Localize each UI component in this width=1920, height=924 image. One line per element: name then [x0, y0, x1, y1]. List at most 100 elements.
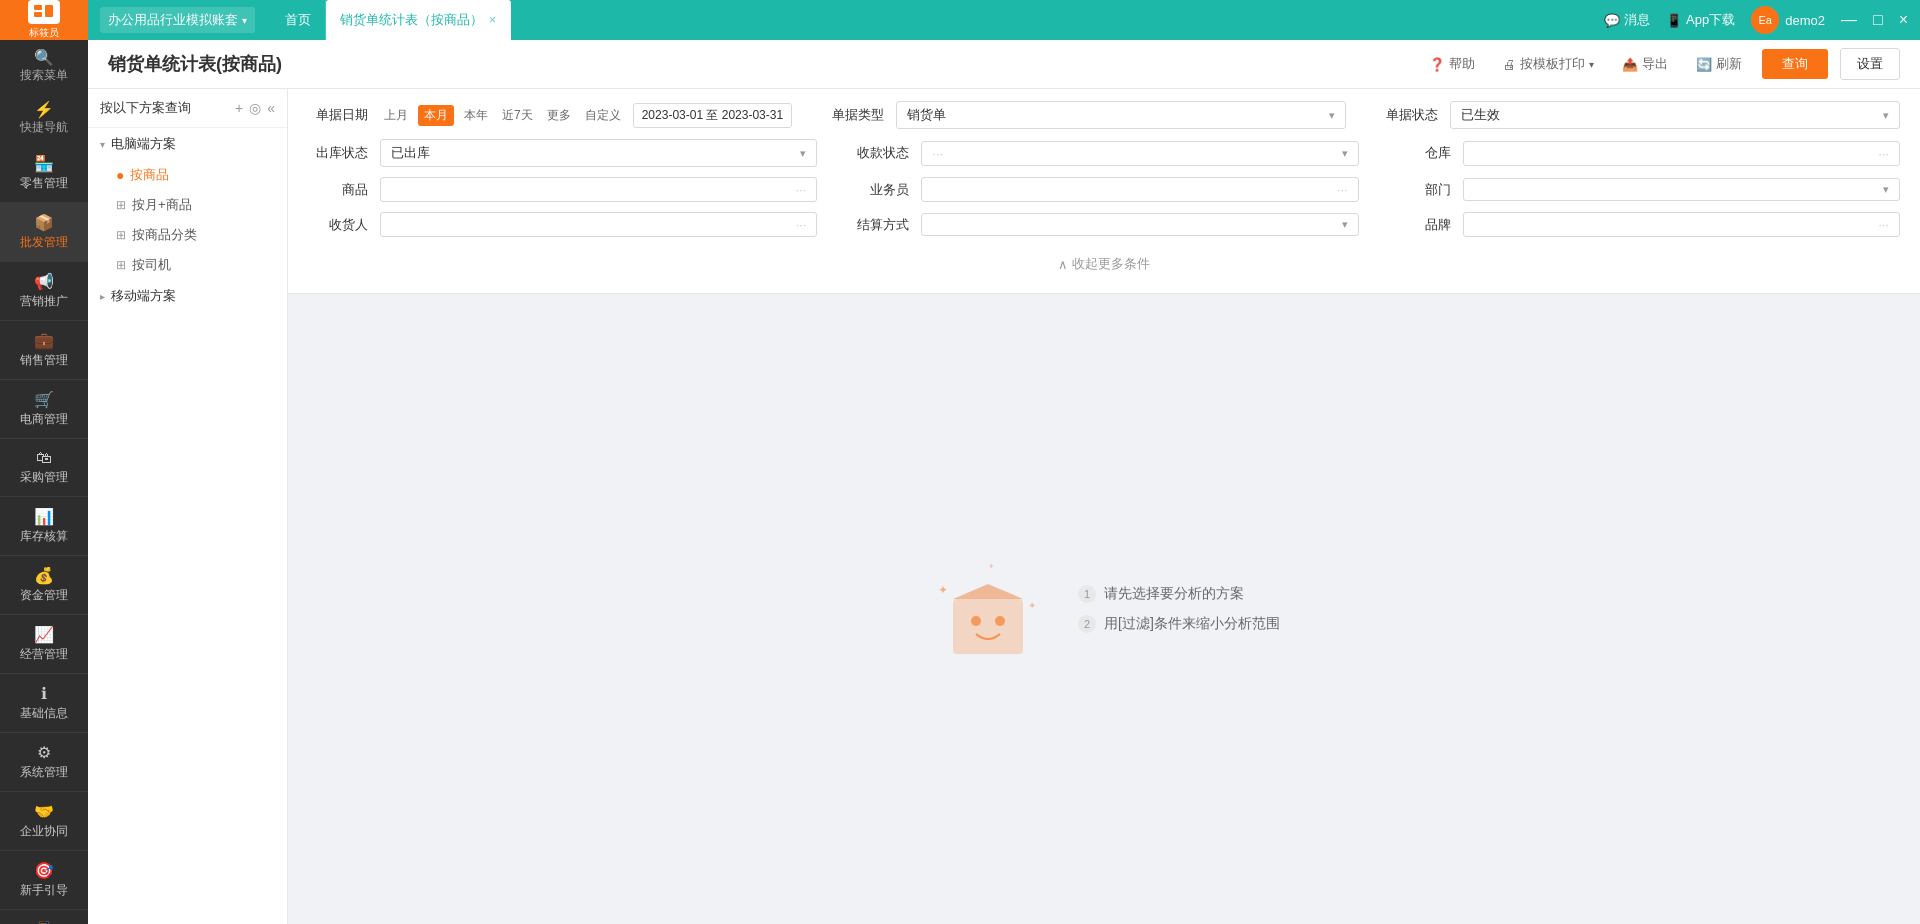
purchase-icon: 🛍 — [36, 449, 52, 467]
tree-sub-label-by-category: 按商品分类 — [132, 226, 197, 244]
date-tabs: 上月 本月 本年 近7天 更多 自定义 — [380, 105, 625, 126]
brand-dots: ··· — [1878, 217, 1889, 232]
sidebar-item-retail[interactable]: 🏪 零售管理 — [0, 144, 88, 203]
search-menu[interactable]: 🔍 搜索菜单 — [0, 40, 88, 92]
date-tab-more[interactable]: 更多 — [543, 105, 575, 126]
sidebar-item-basic[interactable]: ℹ 基础信息 — [0, 674, 88, 733]
date-tab-custom[interactable]: 自定义 — [581, 105, 625, 126]
inventory-icon: 📊 — [34, 507, 54, 526]
window-minimize-btn[interactable]: — — [1841, 11, 1857, 29]
tab-close-icon[interactable]: × — [489, 13, 496, 27]
collapse-panel-icon[interactable]: « — [267, 100, 275, 116]
scheme-panel-header: 按以下方案查询 + ◎ « — [88, 89, 287, 128]
user-profile[interactable]: Ea demo2 — [1751, 6, 1825, 34]
message-icon: 💬 — [1604, 13, 1620, 28]
sidebar-item-inventory[interactable]: 📊 库存核算 — [0, 497, 88, 556]
doc-status-label: 单据状态 — [1358, 106, 1438, 124]
app-download-btn[interactable]: 📱 App下载 — [1666, 11, 1735, 29]
receiver-select[interactable]: ··· — [380, 212, 817, 237]
svg-marker-4 — [953, 584, 1023, 599]
doc-status-select[interactable]: 已生效 ▾ — [1450, 101, 1900, 129]
tree-sub-item-by-month-product[interactable]: ⊞ 按月+商品 — [88, 190, 287, 220]
account-selector[interactable]: 办公用品行业模拟账套 ▾ — [100, 7, 255, 33]
svg-rect-1 — [34, 12, 42, 17]
pay-status-dots: ··· — [932, 146, 943, 161]
page-header: 销货单统计表(按商品) ❓ 帮助 🖨 按模板打印 ▾ 📤 导出 🔄 刷新 — [88, 40, 1920, 89]
date-tab-7days[interactable]: 近7天 — [498, 105, 537, 126]
tree-sub-item-by-category[interactable]: ⊞ 按商品分类 — [88, 220, 287, 250]
out-status-label: 出库状态 — [308, 144, 368, 162]
tree-sub-item-by-cashier[interactable]: ⊞ 按司机 — [88, 250, 287, 280]
svg-point-5 — [971, 616, 981, 626]
sales-icon: 💼 — [34, 331, 54, 350]
date-tab-this-year[interactable]: 本年 — [460, 105, 492, 126]
window-maximize-btn[interactable]: □ — [1873, 11, 1883, 29]
quick-nav[interactable]: ⚡ 快捷导航 — [0, 92, 88, 144]
tree-sub-item-by-product[interactable]: ● 按商品 — [88, 160, 287, 190]
marketing-icon: 📢 — [34, 272, 54, 291]
tree-item-label: 电脑端方案 — [111, 135, 176, 153]
top-bar: 办公用品行业模拟账套 ▾ 首页 销货单统计表（按商品） × 💬 消息 📱 App… — [88, 0, 1920, 40]
sidebar-item-enterprise[interactable]: 🤝 企业协同 — [0, 792, 88, 851]
svg-rect-0 — [34, 5, 42, 10]
content-area: 销货单统计表(按商品) ❓ 帮助 🖨 按模板打印 ▾ 📤 导出 🔄 刷新 — [88, 40, 1920, 924]
tree-sub-label-by-month-product: 按月+商品 — [132, 196, 192, 214]
salesman-dots: ··· — [1337, 182, 1348, 197]
sidebar-item-finance[interactable]: 💰 资金管理 — [0, 556, 88, 615]
sidebar-item-system[interactable]: ⚙ 系统管理 — [0, 733, 88, 792]
basic-icon: ℹ — [41, 684, 47, 703]
sidebar-item-purchase[interactable]: 🛍 采购管理 — [0, 439, 88, 497]
sidebar-item-apps[interactable]: 📱 应用中心 — [0, 910, 88, 924]
svg-rect-3 — [953, 599, 1023, 654]
warehouse-select[interactable]: ··· — [1463, 141, 1900, 166]
logo-icon — [28, 0, 60, 24]
app-icon: 📱 — [1666, 13, 1682, 28]
warehouse-label: 仓库 — [1371, 144, 1451, 162]
product-select[interactable]: ··· — [380, 177, 817, 202]
sidebar-item-guide[interactable]: 🎯 新手引导 — [0, 851, 88, 910]
sidebar-item-ecommerce[interactable]: 🛒 电商管理 — [0, 380, 88, 439]
sidebar-item-sales[interactable]: 💼 销售管理 — [0, 321, 88, 380]
salesman-select[interactable]: ··· — [921, 177, 1358, 202]
top-bar-right: 💬 消息 📱 App下载 Ea demo2 — □ × — [1604, 6, 1908, 34]
refresh-icon: 🔄 — [1696, 57, 1712, 72]
dept-select[interactable]: ▾ — [1463, 178, 1900, 201]
sidebar: 标筱员 🔍 搜索菜单 ⚡ 快捷导航 🏪 零售管理 📦 批发管理 📢 营销推广 💼… — [0, 0, 88, 924]
doc-type-select[interactable]: 销货单 ▾ — [896, 101, 1346, 129]
main-area: 办公用品行业模拟账套 ▾ 首页 销货单统计表（按商品） × 💬 消息 📱 App… — [88, 0, 1920, 924]
filter-row-2: 出库状态 已出库 ▾ 收款状态 ··· ▾ 仓库 — [308, 139, 1900, 167]
query-button[interactable]: 查询 — [1762, 49, 1828, 79]
tree-item-desktop[interactable]: ▾ 电脑端方案 — [88, 128, 287, 160]
tree-item-mobile[interactable]: ▸ 移动端方案 — [88, 280, 287, 312]
refresh-btn[interactable]: 🔄 刷新 — [1688, 51, 1750, 77]
sidebar-item-marketing[interactable]: 📢 营销推广 — [0, 262, 88, 321]
filter-section: 单据日期 上月 本月 本年 近7天 更多 自定义 2023-03-01 至 20… — [288, 89, 1920, 294]
help-btn[interactable]: ❓ 帮助 — [1421, 51, 1483, 77]
add-scheme-icon[interactable]: + — [235, 100, 243, 116]
message-btn[interactable]: 💬 消息 — [1604, 11, 1650, 29]
brand-select[interactable]: ··· — [1463, 212, 1900, 237]
date-tab-last-month[interactable]: 上月 — [380, 105, 412, 126]
doc-status-value: 已生效 — [1461, 106, 1500, 124]
account-name: 办公用品行业模拟账套 — [108, 11, 238, 29]
setting-button[interactable]: 设置 — [1840, 48, 1900, 80]
filter-row-4: 收货人 ··· 结算方式 ▾ 品牌 ··· — [308, 212, 1900, 237]
sidebar-item-operation[interactable]: 📈 经营管理 — [0, 615, 88, 674]
out-status-select[interactable]: 已出库 ▾ — [380, 139, 817, 167]
date-range-display[interactable]: 2023-03-01 至 2023-03-31 — [633, 103, 792, 128]
collapse-bar[interactable]: ∧ 收起更多条件 — [308, 247, 1900, 281]
date-tab-this-month[interactable]: 本月 — [418, 105, 454, 126]
export-btn[interactable]: 📤 导出 — [1614, 51, 1676, 77]
settlement-select[interactable]: ▾ — [921, 213, 1358, 236]
pay-status-select[interactable]: ··· ▾ — [921, 141, 1358, 166]
settings-scheme-icon[interactable]: ◎ — [249, 100, 261, 116]
window-close-btn[interactable]: × — [1899, 11, 1908, 29]
tab-sales-stats[interactable]: 销货单统计表（按商品） × — [326, 0, 511, 40]
print-btn[interactable]: 🖨 按模板打印 ▾ — [1495, 51, 1602, 77]
sidebar-logo[interactable]: 标筱员 — [0, 0, 88, 40]
doc-type-label: 单据类型 — [804, 106, 884, 124]
avatar: Ea — [1751, 6, 1779, 34]
print-dropdown-icon: ▾ — [1589, 59, 1594, 70]
tab-home[interactable]: 首页 — [271, 0, 326, 40]
sidebar-item-wholesale[interactable]: 📦 批发管理 — [0, 203, 88, 262]
